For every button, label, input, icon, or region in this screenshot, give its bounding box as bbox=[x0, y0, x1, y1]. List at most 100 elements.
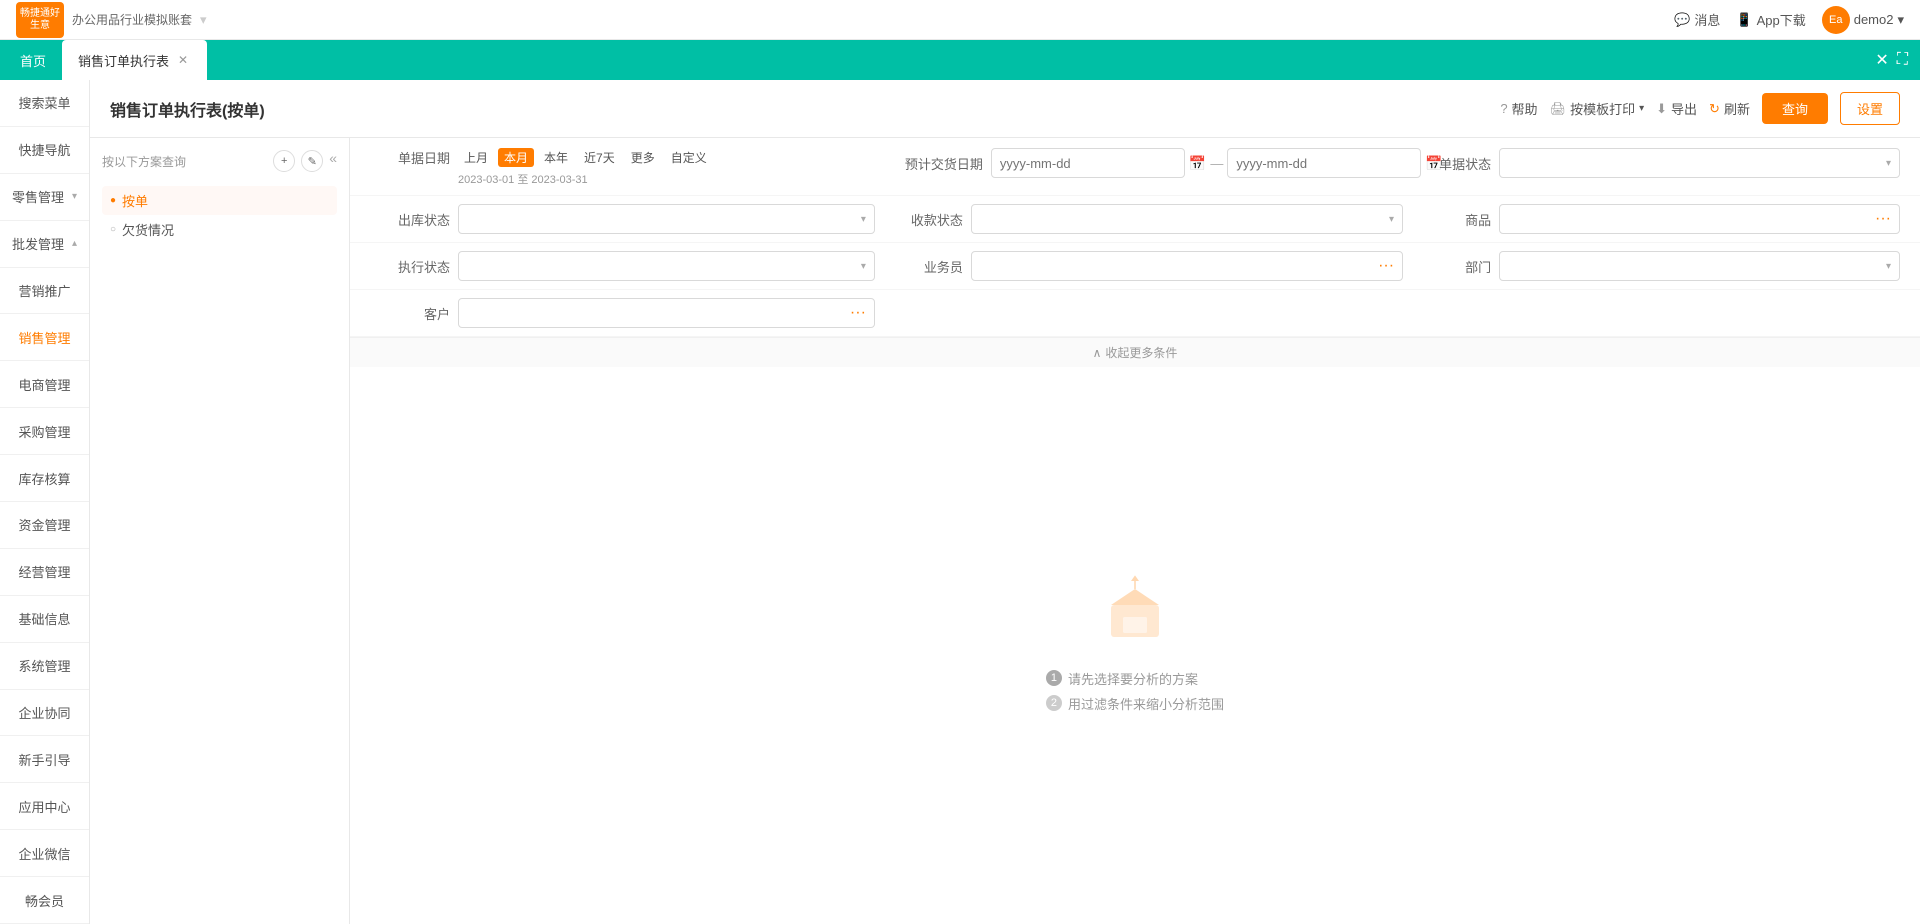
user-dropdown-icon: ▾ bbox=[1897, 12, 1904, 28]
goods-more-icon[interactable]: ··· bbox=[1875, 210, 1891, 228]
receipt-status-arrow: ▾ bbox=[1389, 214, 1394, 225]
expected-date-end[interactable] bbox=[1227, 148, 1421, 178]
add-scheme-btn[interactable]: + bbox=[273, 150, 295, 172]
user-menu[interactable]: Ea demo2 ▾ bbox=[1822, 6, 1904, 34]
export-label: 导出 bbox=[1671, 99, 1697, 118]
salesperson-label: 业务员 bbox=[883, 257, 963, 276]
message-btn[interactable]: 💬 消息 bbox=[1674, 10, 1720, 29]
message-icon: 💬 bbox=[1674, 12, 1690, 28]
sidebar-item-sales[interactable]: 销售管理 bbox=[0, 314, 89, 361]
customer-label: 客户 bbox=[370, 304, 450, 323]
sidebar-item-system[interactable]: 系统管理 bbox=[0, 643, 89, 690]
collapse-bar[interactable]: ∧ 收起更多条件 bbox=[350, 337, 1920, 367]
tab-close-icon[interactable]: ✕ bbox=[175, 52, 191, 68]
export-icon: ⬇ bbox=[1656, 101, 1667, 117]
salesperson-field: 业务员 ··· bbox=[883, 251, 1403, 281]
sidebar-item-quick-nav[interactable]: 快捷导航 bbox=[0, 127, 89, 174]
scheme-dot-欠货: ○ bbox=[110, 224, 116, 235]
tab-home[interactable]: 首页 bbox=[4, 40, 62, 80]
sidebar-item-stock[interactable]: 库存核算 bbox=[0, 455, 89, 502]
date-btn-custom[interactable]: 自定义 bbox=[665, 148, 713, 167]
expected-date-start[interactable] bbox=[991, 148, 1185, 178]
tabbar-actions: ✕ ⛶ bbox=[1875, 50, 1920, 70]
edit-scheme-btn[interactable]: ✎ bbox=[301, 150, 323, 172]
close-window-icon[interactable]: ✕ bbox=[1875, 50, 1888, 70]
salesperson-select[interactable]: ··· bbox=[971, 251, 1403, 281]
print-btn[interactable]: 🖨 按模板打印 ▾ bbox=[1550, 99, 1645, 118]
sidebar-label-marketing: 营销推广 bbox=[18, 281, 70, 300]
wholesale-arrow-icon: ▴ bbox=[72, 238, 77, 249]
retail-arrow-icon: ▾ bbox=[72, 191, 77, 202]
dept-select[interactable]: ▾ bbox=[1499, 251, 1900, 281]
query-button[interactable]: 查询 bbox=[1762, 93, 1828, 124]
scheme-item-欠货[interactable]: ○ 欠货情况 bbox=[102, 215, 337, 244]
tip-text-1: 请先选择要分析的方案 bbox=[1068, 669, 1198, 688]
scheme-item-按单[interactable]: ● 按单 bbox=[102, 186, 337, 215]
export-btn[interactable]: ⬇ 导出 bbox=[1656, 99, 1697, 118]
date-btn-this-year[interactable]: 本年 bbox=[538, 148, 574, 167]
salesperson-more-icon[interactable]: ··· bbox=[1378, 257, 1394, 275]
calendar-start-icon: 📅 bbox=[1189, 155, 1206, 172]
logo: 畅捷通好生意 bbox=[16, 2, 64, 38]
sidebar-item-enterprise[interactable]: 企业协同 bbox=[0, 690, 89, 737]
sidebar-item-search-menu[interactable]: 搜索菜单 bbox=[0, 80, 89, 127]
sidebar-label-wholesale: 批发管理 bbox=[12, 234, 64, 253]
sidebar-label-enterprise: 企业协同 bbox=[18, 703, 70, 722]
sidebar-item-retail[interactable]: 零售管理 ▾ bbox=[0, 174, 89, 221]
sidebar-item-operations[interactable]: 经营管理 bbox=[0, 549, 89, 596]
doc-status-select[interactable]: ▾ bbox=[1499, 148, 1900, 178]
sidebar-item-app-center[interactable]: 应用中心 bbox=[0, 783, 89, 830]
out-status-arrow: ▾ bbox=[861, 214, 866, 225]
exec-status-select[interactable]: ▾ bbox=[458, 251, 875, 281]
sidebar-item-marketing[interactable]: 营销推广 bbox=[0, 268, 89, 315]
settings-button[interactable]: 设置 bbox=[1840, 92, 1900, 125]
chevron-up-icon: ∧ bbox=[1093, 346, 1102, 360]
expand-window-icon[interactable]: ⛶ bbox=[1897, 51, 1908, 69]
sidebar-item-ent-wechat[interactable]: 企业微信 bbox=[0, 830, 89, 877]
scheme-dot-按单: ● bbox=[110, 195, 116, 206]
filter-row-2: 出库状态 ▾ 收款状态 ▾ bbox=[350, 196, 1920, 243]
collapse-left-btn[interactable]: « bbox=[329, 150, 337, 172]
date-field-group: 单据日期 上月 本月 本年 近7天 更多 自定义 20 bbox=[370, 148, 875, 187]
date-btn-last-month[interactable]: 上月 bbox=[458, 148, 494, 167]
tab-sales-order[interactable]: 销售订单执行表 ✕ bbox=[62, 40, 207, 80]
date-separator: — bbox=[1210, 156, 1223, 171]
date-btn-this-month[interactable]: 本月 bbox=[498, 148, 534, 167]
doc-status-arrow: ▾ bbox=[1886, 158, 1891, 169]
dept-field: 部门 ▾ bbox=[1411, 251, 1900, 281]
sidebar-label-search-menu: 搜索菜单 bbox=[18, 93, 70, 112]
sidebar-label-operations: 经营管理 bbox=[18, 562, 70, 581]
out-status-select[interactable]: ▾ bbox=[458, 204, 875, 234]
app-download-label: App下载 bbox=[1757, 10, 1806, 29]
left-panel-header: 按以下方案查询 + ✎ « bbox=[102, 150, 337, 172]
sidebar-label-sales: 销售管理 bbox=[18, 328, 70, 347]
empty-tips: 1 请先选择要分析的方案 2 用过滤条件来缩小分析范围 bbox=[1046, 669, 1224, 719]
tip-num-1: 1 bbox=[1046, 670, 1062, 686]
sidebar-item-wholesale[interactable]: 批发管理 ▴ bbox=[0, 221, 89, 268]
exec-status-field: 执行状态 ▾ bbox=[370, 251, 875, 281]
customer-select[interactable]: ··· bbox=[458, 298, 875, 328]
filters-area: 单据日期 上月 本月 本年 近7天 更多 自定义 20 bbox=[350, 138, 1920, 367]
tip-num-2: 2 bbox=[1046, 695, 1062, 711]
sidebar-item-purchase[interactable]: 采购管理 bbox=[0, 408, 89, 455]
date-btn-more[interactable]: 更多 bbox=[625, 148, 661, 167]
tab-home-label: 首页 bbox=[20, 51, 46, 70]
date-range-text: 2023-03-01 至 2023-03-31 bbox=[458, 171, 875, 187]
sidebar-item-ecommerce[interactable]: 电商管理 bbox=[0, 361, 89, 408]
customer-more-icon[interactable]: ··· bbox=[850, 304, 866, 322]
sidebar-item-new-guide[interactable]: 新手引导 bbox=[0, 736, 89, 783]
sidebar-item-basic[interactable]: 基础信息 bbox=[0, 596, 89, 643]
sidebar-item-member[interactable]: 畅会员 bbox=[0, 877, 89, 924]
goods-select[interactable]: ··· bbox=[1499, 204, 1900, 234]
print-icon: 🖨 bbox=[1550, 101, 1567, 117]
help-btn[interactable]: ? 帮助 bbox=[1500, 99, 1537, 118]
sidebar-item-finance[interactable]: 资金管理 bbox=[0, 502, 89, 549]
dropdown-icon[interactable]: ▾ bbox=[200, 12, 207, 28]
refresh-label: 刷新 bbox=[1724, 99, 1750, 118]
refresh-btn[interactable]: ↻ 刷新 bbox=[1709, 99, 1750, 118]
date-quick-btns: 上月 本月 本年 近7天 更多 自定义 bbox=[458, 148, 875, 167]
app-download-btn[interactable]: 📱 App下载 bbox=[1736, 10, 1805, 29]
expected-date-range: 📅 — 📅 bbox=[991, 148, 1443, 178]
receipt-status-select[interactable]: ▾ bbox=[971, 204, 1403, 234]
date-btn-last7[interactable]: 近7天 bbox=[578, 148, 621, 167]
